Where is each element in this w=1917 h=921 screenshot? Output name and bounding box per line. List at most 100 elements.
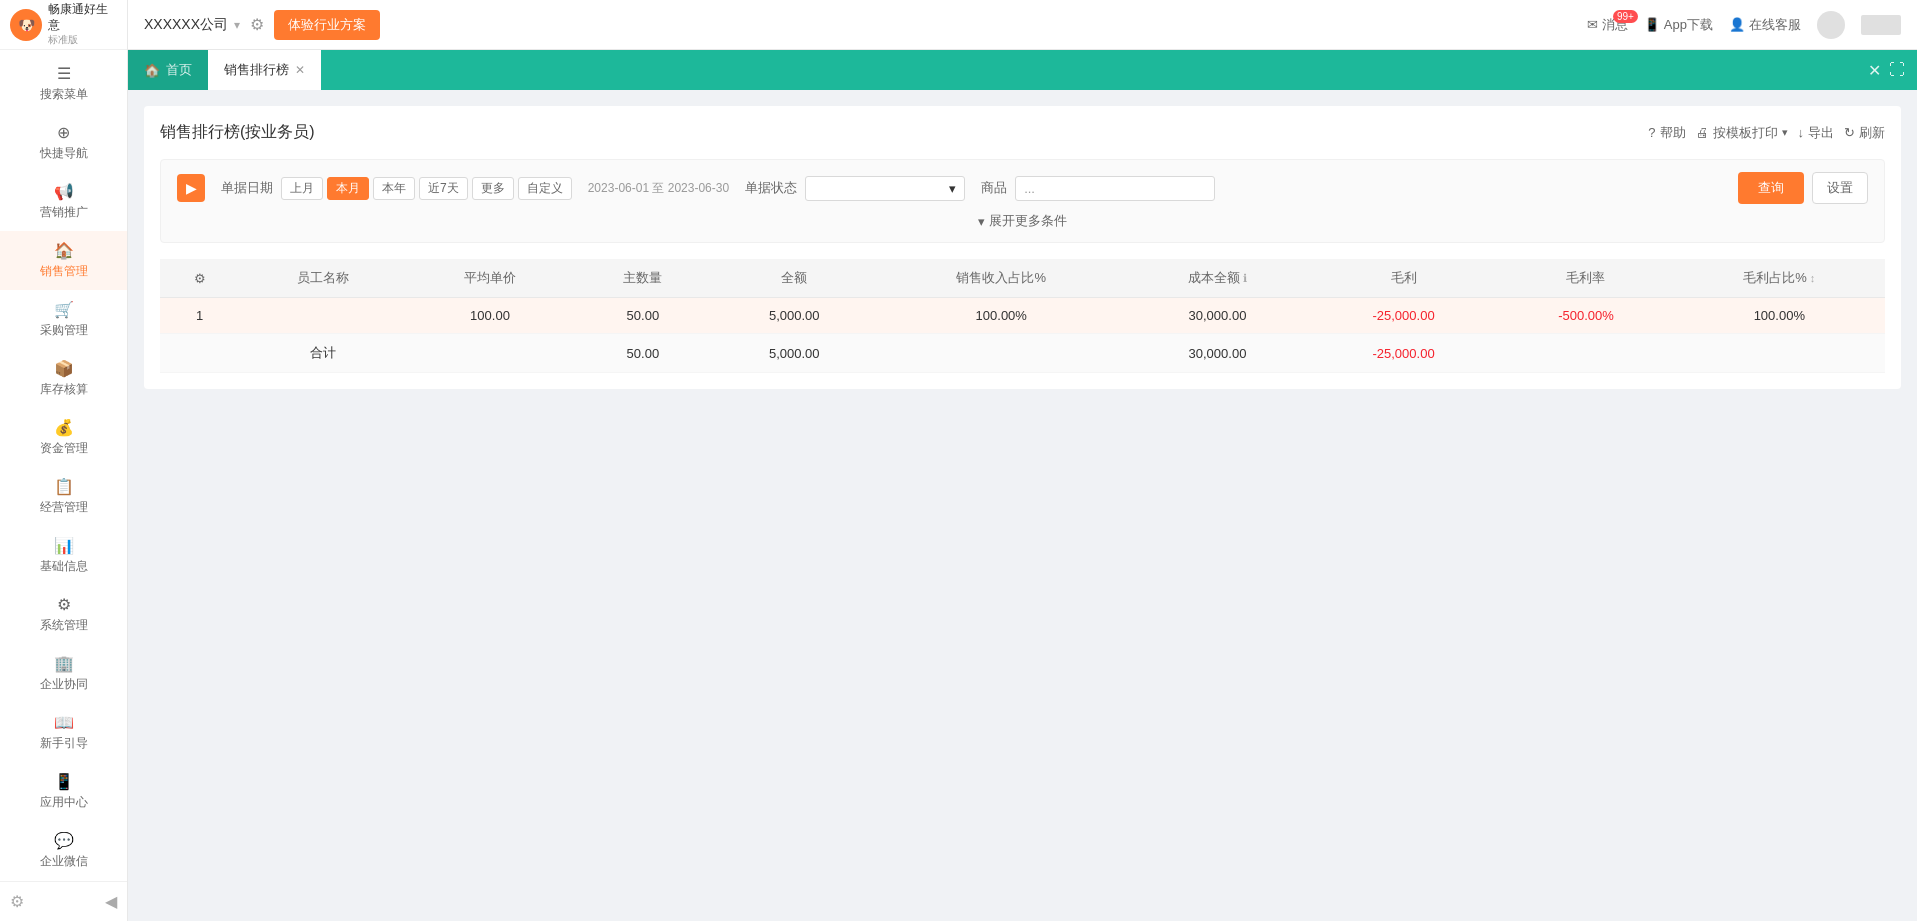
table-header-row: ⚙ 员工名称 平均单价 主数量 全额 销售收入占比% 成本全额 ℹ 毛利 bbox=[160, 259, 1885, 298]
filter-expand-arrow[interactable]: ▶ bbox=[177, 174, 205, 202]
date-btn-prev-month[interactable]: 上月 bbox=[281, 177, 323, 200]
th-gross: 毛利 bbox=[1309, 259, 1499, 298]
sidebar-item-label: 销售管理 bbox=[40, 263, 88, 280]
dropdown-icon: ▾ bbox=[234, 18, 240, 32]
enterprise-icon: 🏢 bbox=[54, 654, 74, 673]
basic-icon: 📊 bbox=[54, 536, 74, 555]
cell-sales-pct: 100.00% bbox=[876, 298, 1126, 334]
gross-pct-label: 毛利占比% bbox=[1743, 269, 1807, 287]
tab-home[interactable]: 🏠 首页 bbox=[128, 50, 208, 90]
date-btn-more[interactable]: 更多 bbox=[472, 177, 514, 200]
tab-sales-rank[interactable]: 销售排行榜 ✕ bbox=[208, 50, 321, 90]
sidebar-item-apps[interactable]: 📱 应用中心 bbox=[0, 762, 127, 821]
tab-fullscreen-icon[interactable]: ⛶ bbox=[1889, 61, 1905, 79]
sidebar-footer: ⚙ ◀ bbox=[0, 881, 127, 921]
export-label: 导出 bbox=[1808, 124, 1834, 142]
header-settings-icon[interactable]: ⚙ bbox=[250, 15, 264, 34]
inventory-icon: 📦 bbox=[54, 359, 74, 378]
date-btn-cur-year[interactable]: 本年 bbox=[373, 177, 415, 200]
export-button[interactable]: ↓ 导出 bbox=[1798, 124, 1835, 142]
footer-empty bbox=[160, 334, 239, 373]
sidebar-item-label: 基础信息 bbox=[40, 558, 88, 575]
th-settings[interactable]: ⚙ bbox=[160, 259, 239, 298]
sidebar-item-label: 搜索菜单 bbox=[40, 86, 88, 103]
sidebar-item-label: 企业微信 bbox=[40, 853, 88, 870]
company-select[interactable]: XXXXXX公司 ▾ bbox=[144, 16, 240, 34]
cell-gross: -25,000.00 bbox=[1309, 298, 1499, 334]
date-btn-custom[interactable]: 自定义 bbox=[518, 177, 572, 200]
query-button[interactable]: 查询 bbox=[1738, 172, 1804, 204]
cell-cost: 30,000.00 bbox=[1126, 298, 1309, 334]
app-download-button[interactable]: 📱 App下载 bbox=[1644, 16, 1713, 34]
sidebar-item-operations[interactable]: 📋 经营管理 bbox=[0, 467, 127, 526]
logo-text: 畅康通好生意 bbox=[48, 2, 117, 33]
finance-icon: 💰 bbox=[54, 418, 74, 437]
cell-gross-pct: 100.00% bbox=[1674, 298, 1885, 334]
sidebar-item-inventory[interactable]: 📦 库存核算 bbox=[0, 349, 127, 408]
sidebar-item-label: 经营管理 bbox=[40, 499, 88, 516]
help-icon: ? bbox=[1648, 125, 1655, 140]
filter-row: ▶ 单据日期 上月 本月 本年 近7天 更多 自定义 2023-06-01 至 … bbox=[177, 172, 1868, 204]
message-button[interactable]: ✉ 消息 99+ bbox=[1587, 16, 1628, 34]
operations-icon: 📋 bbox=[54, 477, 74, 496]
sidebar-logo: 🐶 畅康通好生意 标准版 bbox=[0, 0, 127, 50]
sidebar-item-basic[interactable]: 📊 基础信息 bbox=[0, 526, 127, 585]
sidebar-item-system[interactable]: ⚙ 系统管理 bbox=[0, 585, 127, 644]
sidebar-nav: ☰ 搜索菜单 ⊕ 快捷导航 📢 营销推广 🏠 销售管理 🛒 采购管理 📦 库存核… bbox=[0, 50, 127, 881]
date-range-display: 2023-06-01 至 2023-06-30 bbox=[588, 180, 729, 197]
print-button[interactable]: 🖨 按模板打印 ▾ bbox=[1696, 124, 1788, 142]
sidebar-item-finance[interactable]: 💰 资金管理 bbox=[0, 408, 127, 467]
print-icon: 🖨 bbox=[1696, 125, 1709, 140]
help-label: 帮助 bbox=[1660, 124, 1686, 142]
sidebar-settings-icon[interactable]: ⚙ bbox=[10, 892, 24, 911]
date-btn-cur-month[interactable]: 本月 bbox=[327, 177, 369, 200]
trial-button[interactable]: 体验行业方案 bbox=[274, 10, 380, 40]
date-btn-7days[interactable]: 近7天 bbox=[419, 177, 468, 200]
app-label: App下载 bbox=[1664, 16, 1713, 34]
sidebar-item-search[interactable]: ☰ 搜索菜单 bbox=[0, 54, 127, 113]
goods-input[interactable]: ... bbox=[1015, 176, 1215, 201]
cost-label: 成本全额 bbox=[1188, 269, 1240, 287]
sidebar-item-guide[interactable]: 📖 新手引导 bbox=[0, 703, 127, 762]
sidebar-collapse-icon[interactable]: ◀ bbox=[105, 892, 117, 911]
sidebar-item-wechat[interactable]: 💬 企业微信 bbox=[0, 821, 127, 880]
th-avg-price: 平均单价 bbox=[406, 259, 573, 298]
sidebar: 🐶 畅康通好生意 标准版 ☰ 搜索菜单 ⊕ 快捷导航 📢 营销推广 🏠 销售管理… bbox=[0, 0, 128, 921]
user-name-display bbox=[1861, 15, 1901, 35]
wechat-icon: 💬 bbox=[54, 831, 74, 850]
marketing-icon: 📢 bbox=[54, 182, 74, 201]
table-settings-icon: ⚙ bbox=[194, 271, 206, 286]
th-qty: 主数量 bbox=[574, 259, 713, 298]
sidebar-item-label: 营销推广 bbox=[40, 204, 88, 221]
tab-close-icon[interactable]: ✕ bbox=[295, 63, 305, 77]
date-label: 单据日期 bbox=[221, 179, 273, 197]
filter-expand-row: ▾ 展开更多条件 bbox=[177, 212, 1868, 230]
sidebar-item-shortcut[interactable]: ⊕ 快捷导航 bbox=[0, 113, 127, 172]
expand-conditions-button[interactable]: ▾ 展开更多条件 bbox=[978, 212, 1067, 230]
settings-button[interactable]: 设置 bbox=[1812, 172, 1868, 204]
th-sales-pct: 销售收入占比% bbox=[876, 259, 1126, 298]
goods-label: 商品 bbox=[981, 179, 1007, 197]
filter-area: ▶ 单据日期 上月 本月 本年 近7天 更多 自定义 2023-06-01 至 … bbox=[160, 159, 1885, 243]
sidebar-item-enterprise[interactable]: 🏢 企业协同 bbox=[0, 644, 127, 703]
refresh-button[interactable]: ↻ 刷新 bbox=[1844, 124, 1885, 142]
sidebar-item-purchase[interactable]: 🛒 采购管理 bbox=[0, 290, 127, 349]
sidebar-item-label: 库存核算 bbox=[40, 381, 88, 398]
status-select[interactable]: ▾ bbox=[805, 176, 965, 201]
sidebar-item-sales[interactable]: 🏠 销售管理 bbox=[0, 231, 127, 290]
sidebar-item-label: 应用中心 bbox=[40, 794, 88, 811]
sidebar-item-marketing[interactable]: 📢 营销推广 bbox=[0, 172, 127, 231]
cell-gross-rate: -500.00% bbox=[1498, 298, 1673, 334]
help-button[interactable]: ? 帮助 bbox=[1648, 124, 1685, 142]
cell-avg-price: 100.00 bbox=[406, 298, 573, 334]
footer-amount: 5,000.00 bbox=[712, 334, 876, 373]
service-button[interactable]: 👤 在线客服 bbox=[1729, 16, 1801, 34]
user-avatar[interactable] bbox=[1817, 11, 1845, 39]
guide-icon: 📖 bbox=[54, 713, 74, 732]
footer-gross-pct bbox=[1674, 334, 1885, 373]
footer-label: 合计 bbox=[239, 334, 406, 373]
sidebar-item-label: 资金管理 bbox=[40, 440, 88, 457]
refresh-icon: ↻ bbox=[1844, 125, 1855, 140]
th-cost: 成本全额 ℹ bbox=[1126, 259, 1309, 298]
tab-close-all-icon[interactable]: ✕ bbox=[1868, 61, 1881, 80]
